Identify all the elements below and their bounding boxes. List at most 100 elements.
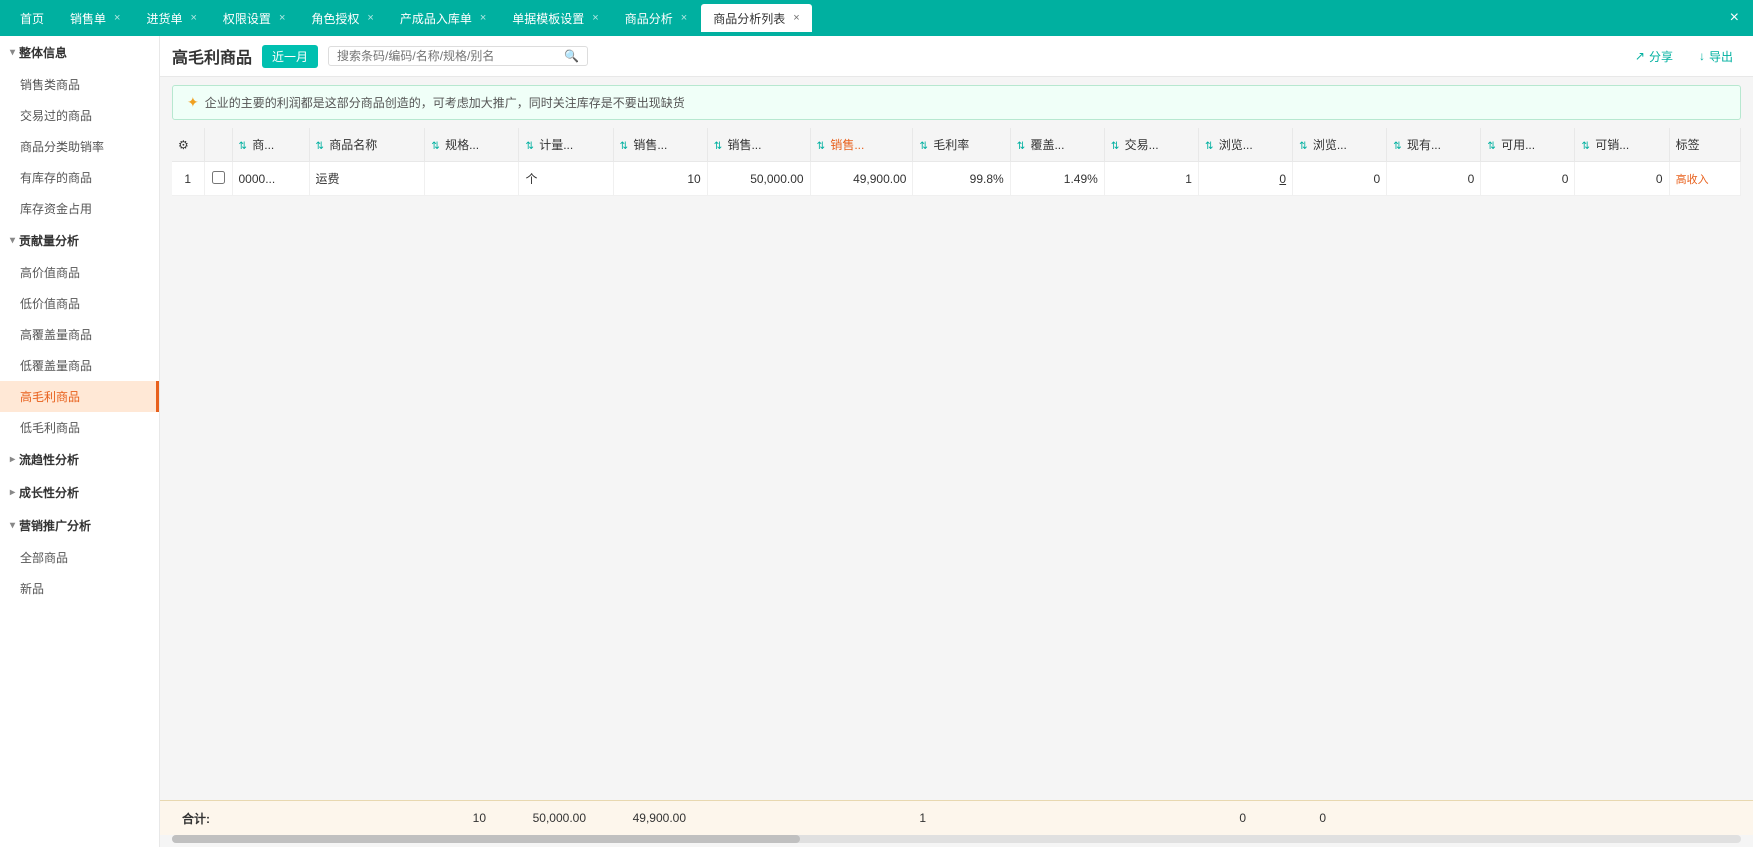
- cell-code[interactable]: 0000...: [232, 162, 309, 196]
- search-input[interactable]: [337, 49, 560, 63]
- export-icon: ↓: [1699, 49, 1705, 63]
- close-permissions-tab[interactable]: ×: [279, 12, 285, 24]
- sort-icon-unit: ⇅: [525, 141, 533, 152]
- close-sales-tab[interactable]: ×: [114, 12, 120, 24]
- browse1-link[interactable]: 0: [1279, 172, 1286, 186]
- sidebar-group-contribution[interactable]: ▾ 贡献量分析: [0, 224, 159, 257]
- col-sales-amount[interactable]: ⇅ 销售...: [707, 128, 810, 162]
- sidebar-item-all-goods[interactable]: 全部商品: [0, 542, 159, 573]
- sort-icon-available-stock: ⇅: [1487, 141, 1495, 152]
- cell-available-stock: 0: [1481, 162, 1575, 196]
- col-current-stock[interactable]: ⇅ 现有...: [1387, 128, 1481, 162]
- window-close-button[interactable]: ×: [1724, 9, 1745, 27]
- nav-home[interactable]: 首页: [8, 4, 56, 32]
- collapse-arrow-marketing: ▾: [10, 520, 15, 531]
- sidebar-item-low-coverage[interactable]: 低覆盖量商品: [0, 350, 159, 381]
- nav-template-settings[interactable]: 单据模板设置 ×: [500, 4, 610, 32]
- sort-icon-sellable-stock: ⇅: [1581, 141, 1589, 152]
- cell-checkbox[interactable]: [204, 162, 232, 196]
- cell-browse1[interactable]: 0: [1198, 162, 1292, 196]
- sidebar-item-high-margin[interactable]: 高毛利商品: [0, 381, 159, 412]
- close-analysis-tab[interactable]: ×: [681, 12, 687, 24]
- cell-gross-rate: 99.8%: [913, 162, 1010, 196]
- table-wrapper: ⚙ ⇅ 商... ⇅ 商品名称 ⇅ 规格...: [160, 128, 1753, 800]
- footer-transactions: 1: [852, 807, 932, 829]
- sidebar-group-marketing[interactable]: ▾ 营销推广分析: [0, 509, 159, 542]
- footer-empty4: [1012, 807, 1092, 829]
- close-roles-tab[interactable]: ×: [367, 12, 373, 24]
- nav-permissions[interactable]: 权限设置 ×: [211, 4, 297, 32]
- sidebar-group-growth[interactable]: ▸ 成长性分析: [0, 476, 159, 509]
- col-sales-cost[interactable]: ⇅ 销售...: [810, 128, 913, 162]
- sidebar-item-high-value[interactable]: 高价值商品: [0, 257, 159, 288]
- top-nav: 首页 销售单 × 进货单 × 权限设置 × 角色授权 × 产成品入库单 × 单据…: [0, 0, 1753, 36]
- close-template-tab[interactable]: ×: [592, 12, 598, 24]
- col-browse1[interactable]: ⇅ 浏览...: [1198, 128, 1292, 162]
- cell-browse2: 0: [1293, 162, 1387, 196]
- sort-icon-name: ⇅: [316, 141, 324, 152]
- row-checkbox[interactable]: [212, 171, 225, 184]
- sidebar-item-new-products[interactable]: 新品: [0, 573, 159, 604]
- sidebar-group-trend[interactable]: ▸ 流趋性分析: [0, 443, 159, 476]
- col-sales-qty[interactable]: ⇅ 销售...: [613, 128, 707, 162]
- footer-sellable-stock: 0: [1252, 807, 1332, 829]
- cell-sales-cost: 49,900.00: [810, 162, 913, 196]
- content-header: 高毛利商品 近一月 🔍 ↗ 分享 ↓ 导出: [160, 36, 1753, 77]
- sidebar-item-in-stock[interactable]: 有库存的商品: [0, 162, 159, 193]
- col-available-stock[interactable]: ⇅ 可用...: [1481, 128, 1575, 162]
- close-analysis-list-tab[interactable]: ×: [793, 12, 799, 24]
- sidebar-item-traded-goods[interactable]: 交易过的商品: [0, 100, 159, 131]
- info-banner: ✦ 企业的主要的利润都是这部分商品创造的，可考虑加大推广，同时关注库存是不要出现…: [172, 85, 1741, 120]
- footer-sales-amount: 50,000.00: [492, 807, 592, 829]
- col-coverage[interactable]: ⇅ 覆盖...: [1010, 128, 1104, 162]
- sidebar-item-sales-goods[interactable]: 销售类商品: [0, 69, 159, 100]
- col-browse2[interactable]: ⇅ 浏览...: [1293, 128, 1387, 162]
- collapse-arrow-overall: ▾: [10, 47, 15, 58]
- sidebar-item-low-margin[interactable]: 低毛利商品: [0, 412, 159, 443]
- nav-sales[interactable]: 销售单 ×: [58, 4, 132, 32]
- sidebar: ▾ 整体信息 销售类商品 交易过的商品 商品分类助销率 有库存的商品 库存资金占…: [0, 36, 160, 847]
- sort-icon-sales-cost: ⇅: [817, 141, 825, 152]
- settings-icon: ⚙: [178, 138, 189, 152]
- nav-roles[interactable]: 角色授权 ×: [299, 4, 385, 32]
- close-product-inbound-tab[interactable]: ×: [480, 12, 486, 24]
- nav-product-inbound[interactable]: 产成品入库单 ×: [388, 4, 498, 32]
- footer-empty2: [772, 807, 852, 829]
- tag-high-income: 高收入: [1676, 174, 1709, 186]
- collapse-arrow-trend: ▸: [10, 454, 15, 465]
- share-button[interactable]: ↗ 分享: [1627, 45, 1681, 68]
- col-gross-rate[interactable]: ⇅ 毛利率: [913, 128, 1010, 162]
- sort-icon-sales-amount: ⇅: [714, 141, 722, 152]
- horizontal-scrollbar[interactable]: [172, 835, 1741, 843]
- col-settings[interactable]: ⚙: [172, 128, 204, 162]
- sort-icon-spec: ⇅: [431, 141, 439, 152]
- sidebar-item-stock-capital[interactable]: 库存资金占用: [0, 193, 159, 224]
- close-purchase-tab[interactable]: ×: [190, 12, 196, 24]
- col-spec[interactable]: ⇅ 规格...: [425, 128, 519, 162]
- col-name[interactable]: ⇅ 商品名称: [309, 128, 425, 162]
- cell-sellable-stock: 0: [1575, 162, 1669, 196]
- sidebar-collapse-toggle[interactable]: «: [159, 427, 160, 457]
- sidebar-group-overall[interactable]: ▾ 整体信息: [0, 36, 159, 69]
- sidebar-item-category-rate[interactable]: 商品分类助销率: [0, 131, 159, 162]
- sidebar-item-high-coverage[interactable]: 高覆盖量商品: [0, 319, 159, 350]
- share-icon: ↗: [1635, 49, 1645, 63]
- sidebar-item-low-value[interactable]: 低价值商品: [0, 288, 159, 319]
- col-unit[interactable]: ⇅ 计量...: [519, 128, 613, 162]
- cell-sales-qty: 10: [613, 162, 707, 196]
- period-button[interactable]: 近一月: [262, 45, 318, 68]
- main-layout: ▾ 整体信息 销售类商品 交易过的商品 商品分类助销率 有库存的商品 库存资金占…: [0, 36, 1753, 847]
- nav-product-analysis-list[interactable]: 商品分析列表 ×: [701, 4, 811, 32]
- cell-tag: 高收入: [1669, 162, 1740, 196]
- search-icon[interactable]: 🔍: [564, 49, 579, 63]
- col-sellable-stock[interactable]: ⇅ 可销...: [1575, 128, 1669, 162]
- scroll-thumb[interactable]: [172, 835, 800, 843]
- nav-purchase[interactable]: 进货单 ×: [134, 4, 208, 32]
- export-button[interactable]: ↓ 导出: [1691, 45, 1741, 68]
- nav-product-analysis[interactable]: 商品分析 ×: [613, 4, 699, 32]
- sort-icon-sales-qty: ⇅: [620, 141, 628, 152]
- footer-empty1: [692, 807, 772, 829]
- footer-total: 合计: 10 50,000.00 49,900.00 1 0 0: [160, 800, 1753, 835]
- col-code[interactable]: ⇅ 商...: [232, 128, 309, 162]
- col-transactions[interactable]: ⇅ 交易...: [1104, 128, 1198, 162]
